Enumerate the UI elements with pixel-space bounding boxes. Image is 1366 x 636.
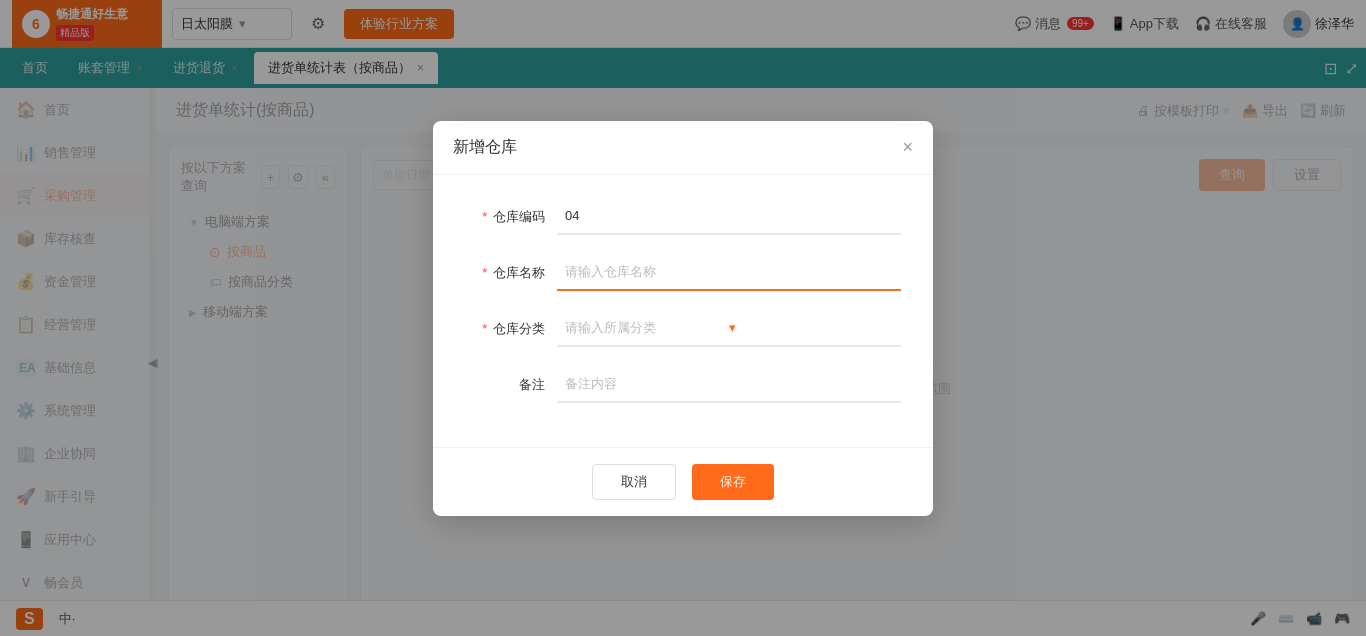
name-label: * 仓库名称 xyxy=(465,264,545,282)
dialog-title: 新增仓库 xyxy=(453,137,517,158)
dialog-overlay: 新增仓库 × * 仓库编码 * 仓库名称 xyxy=(0,0,1366,636)
form-row-remark: 备注 xyxy=(465,367,901,403)
form-row-name: * 仓库名称 xyxy=(465,255,901,291)
form-row-code: * 仓库编码 xyxy=(465,199,901,235)
dialog-close-button[interactable]: × xyxy=(902,137,913,158)
form-row-category: * 仓库分类 请输入所属分类 ▾ xyxy=(465,311,901,347)
dialog-body: * 仓库编码 * 仓库名称 * 仓库分类 请输入所属 xyxy=(433,175,933,447)
new-warehouse-dialog: 新增仓库 × * 仓库编码 * 仓库名称 xyxy=(433,121,933,516)
category-dropdown-icon: ▾ xyxy=(729,320,893,335)
cancel-button[interactable]: 取消 xyxy=(592,464,676,500)
save-button[interactable]: 保存 xyxy=(692,464,774,500)
category-select[interactable]: 请输入所属分类 ▾ xyxy=(557,311,901,347)
code-input[interactable] xyxy=(557,199,901,235)
remark-input[interactable] xyxy=(557,367,901,403)
remark-label: 备注 xyxy=(465,376,545,394)
code-label: * 仓库编码 xyxy=(465,208,545,226)
category-label: * 仓库分类 xyxy=(465,320,545,338)
name-input[interactable] xyxy=(557,255,901,291)
dialog-footer: 取消 保存 xyxy=(433,447,933,516)
dialog-header: 新增仓库 × xyxy=(433,121,933,175)
